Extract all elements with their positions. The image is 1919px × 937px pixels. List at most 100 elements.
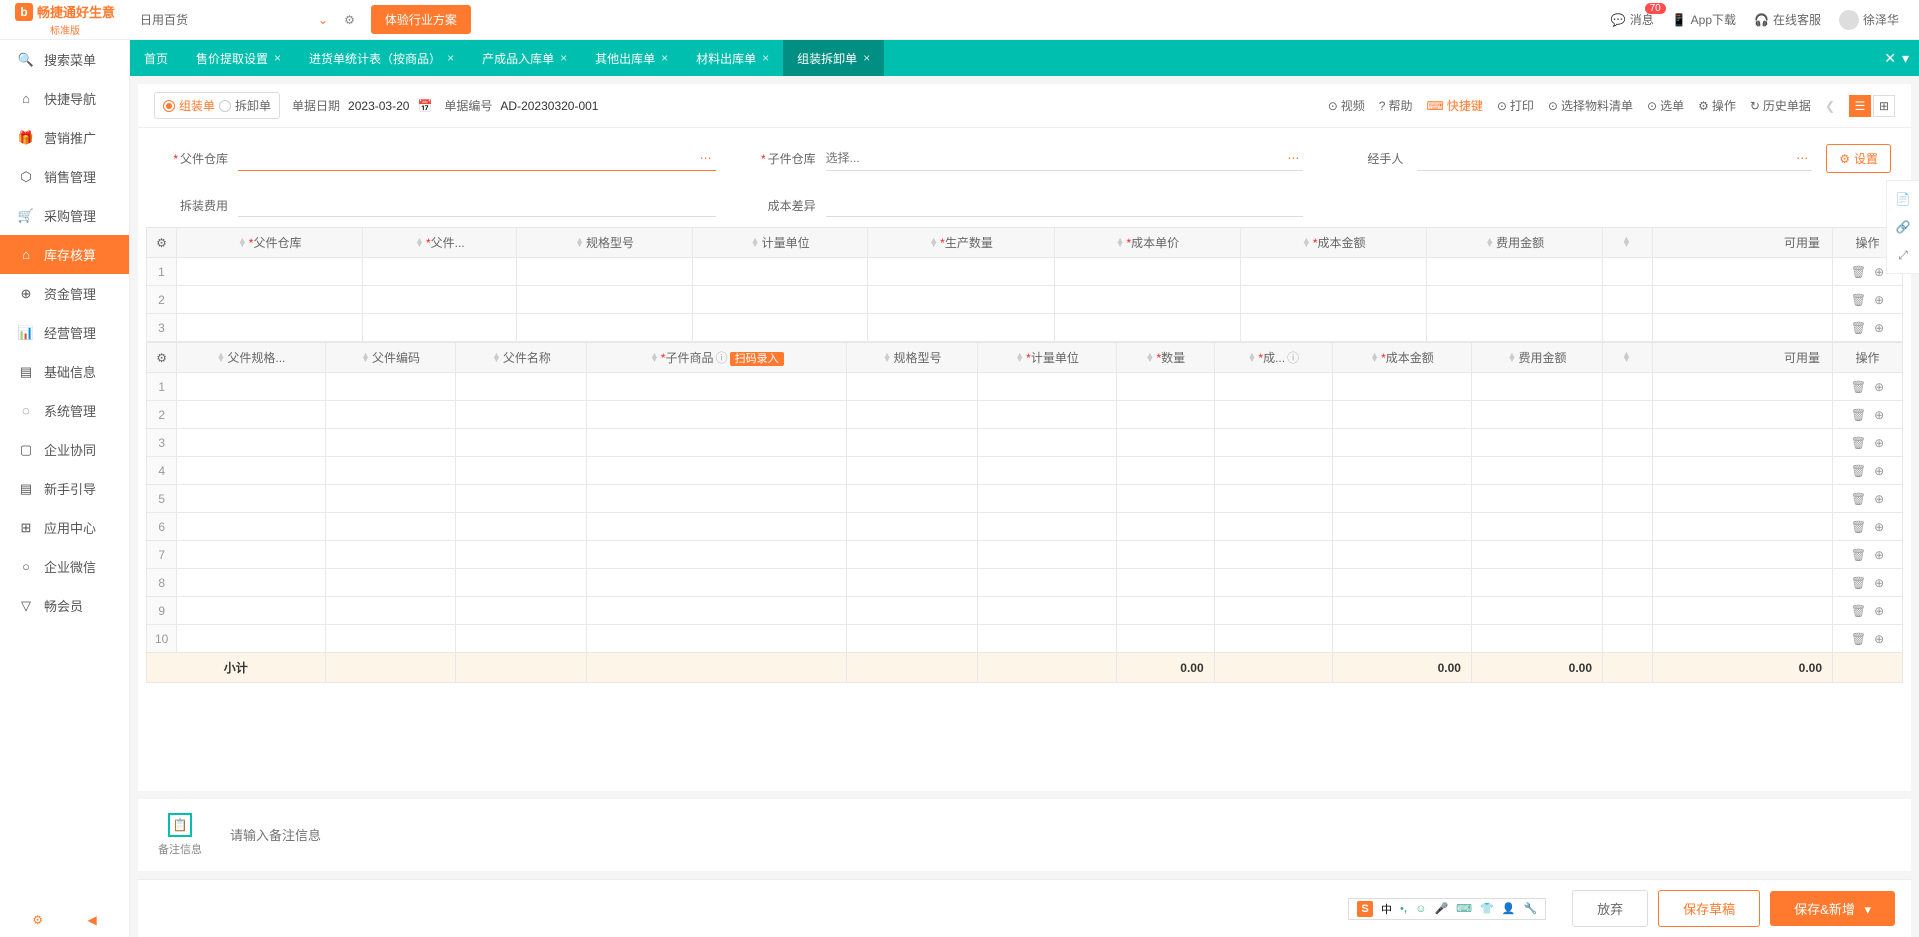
table-row[interactable]: 2🗑⊕ [147,401,1903,429]
rail-link-icon[interactable]: 🔗 [1893,217,1913,237]
col-amount[interactable]: ▲▼*成本金额 [1332,343,1471,373]
gear-icon[interactable]: ⚙ [344,13,355,27]
close-icon[interactable]: × [560,51,567,65]
col-qty[interactable]: ▲▼*生产数量 [868,228,1054,258]
col-child-product[interactable]: ▲▼*子件商品ⓘ扫码录入 [587,343,847,373]
table-row[interactable]: 10🗑⊕ [147,625,1903,653]
messages-button[interactable]: 💬 消息 70 [1611,11,1654,28]
table-gear-button[interactable]: ⚙ [147,343,177,373]
ime-icon[interactable]: 🎤 [1434,902,1448,915]
more-icon[interactable]: ⋯ [696,151,716,165]
date-value[interactable]: 2023-03-20 [348,99,409,113]
table-row[interactable]: 7🗑⊕ [147,541,1903,569]
tab-1[interactable]: 售价提取设置× [182,40,295,76]
copy-icon[interactable]: ⊕ [1874,380,1884,394]
sidebar-item-3[interactable]: ⬡销售管理 [0,157,129,196]
col-qty[interactable]: ▲▼*数量 [1117,343,1215,373]
delete-icon[interactable]: 🗑 [1851,632,1866,646]
delete-icon[interactable]: 🗑 [1851,492,1866,506]
tab-6[interactable]: 组装拆卸单× [783,40,884,76]
close-icon[interactable]: × [274,51,281,65]
print-button[interactable]: ⊙打印 [1497,97,1534,114]
calendar-icon[interactable]: 📅 [417,99,432,113]
sidebar-item-12[interactable]: ⊞应用中心 [0,508,129,547]
sidebar-item-14[interactable]: ▽畅会员 [0,586,129,625]
tab-5[interactable]: 材料出库单× [682,40,783,76]
tab-0[interactable]: 首页 [130,40,182,76]
col-expense[interactable]: ▲▼费用金额 [1427,228,1603,258]
cost-variance-input[interactable] [826,198,1304,212]
close-icon[interactable]: × [447,51,454,65]
close-icon[interactable]: × [762,51,769,65]
app-download-button[interactable]: 📱 App下载 [1672,11,1736,28]
col-parent-name[interactable]: ▲▼父件名称 [456,343,587,373]
settings-button[interactable]: ⚙ 设置 [1826,144,1891,173]
scan-button[interactable]: 扫码录入 [730,352,784,366]
sidebar-item-5[interactable]: ⌂库存核算 [0,235,129,274]
table-row[interactable]: 8🗑⊕ [147,569,1903,597]
copy-icon[interactable]: ⊕ [1874,408,1884,422]
delete-icon[interactable]: 🗑 [1851,604,1866,618]
table-row[interactable]: 9🗑⊕ [147,597,1903,625]
save-new-button[interactable]: 保存&新增 ▾ [1770,891,1895,926]
sidebar-item-6[interactable]: ⊕资金管理 [0,274,129,313]
parent-warehouse-input[interactable] [238,151,696,165]
copy-icon[interactable]: ⊕ [1874,321,1884,335]
col-available[interactable]: 可用量 [1653,343,1833,373]
sidebar-item-1[interactable]: ⌂快捷导航 [0,79,129,118]
help-button[interactable]: ?帮助 [1379,97,1413,114]
copy-icon[interactable]: ⊕ [1874,604,1884,618]
copy-icon[interactable]: ⊕ [1874,464,1884,478]
settings-gear-icon[interactable]: ⚙ [32,913,43,927]
tab-4[interactable]: 其他出库单× [581,40,682,76]
sidebar-item-9[interactable]: ◌系统管理 [0,391,129,430]
sidebar-item-2[interactable]: 🎁营销推广 [0,118,129,157]
col-parent-item[interactable]: ▲▼*父件... [363,228,517,258]
col-parent-spec[interactable]: ▲▼父件规格... [177,343,325,373]
ime-icon[interactable]: ☺ [1415,903,1426,915]
delete-icon[interactable]: 🗑 [1851,520,1866,534]
delete-icon[interactable]: 🗑 [1851,548,1866,562]
delete-icon[interactable]: 🗑 [1851,293,1866,307]
select-material-button[interactable]: ⊙选择物料清单 [1548,97,1633,114]
copy-icon[interactable]: ⊕ [1874,265,1884,279]
radio-disassemble[interactable]: 拆卸单 [219,97,271,114]
col-unit-price[interactable]: ▲▼*成本单价 [1054,228,1240,258]
tab-close-all-icon[interactable]: ✕ [1884,50,1896,67]
col-unit[interactable]: ▲▼计量单位 [692,228,868,258]
col-spec[interactable]: ▲▼规格型号 [517,228,693,258]
view-grid-toggle[interactable]: ⊞ [1873,95,1895,117]
copy-icon[interactable]: ⊕ [1874,576,1884,590]
disassembly-cost-input[interactable] [238,198,716,212]
tab-3[interactable]: 产成品入库单× [468,40,581,76]
table-gear-button[interactable]: ⚙ [147,228,177,258]
handler-input[interactable] [1417,151,1792,165]
delete-icon[interactable]: 🗑 [1851,436,1866,450]
arrow-icon[interactable]: ❮ [1825,99,1835,113]
col-available[interactable]: 可用量 [1653,228,1833,258]
video-button[interactable]: ⊙视频 [1328,97,1365,114]
delete-icon[interactable]: 🗑 [1851,464,1866,478]
more-icon[interactable]: ⋯ [1283,151,1303,165]
delete-icon[interactable]: 🗑 [1851,265,1866,279]
ime-icon[interactable]: •ꓹ [1400,902,1407,915]
trial-button[interactable]: 体验行业方案 [371,5,471,34]
rail-doc-icon[interactable]: 📄 [1893,189,1913,209]
ime-icon[interactable]: 👤 [1502,902,1516,915]
sidebar-item-7[interactable]: 📊经营管理 [0,313,129,352]
table-row[interactable]: 2🗑⊕ [147,286,1903,314]
ime-icon[interactable]: 👕 [1480,902,1494,915]
sidebar-item-10[interactable]: ▢企业协同 [0,430,129,469]
sidebar-item-0[interactable]: 🔍搜索菜单 [0,40,129,79]
rail-expand-icon[interactable]: ⤢ [1893,245,1913,265]
sidebar-item-11[interactable]: ▤新手引导 [0,469,129,508]
save-draft-button[interactable]: 保存草稿 [1658,890,1760,927]
delete-icon[interactable]: 🗑 [1851,321,1866,335]
user-button[interactable]: 徐泽华 [1839,10,1899,30]
tab-2[interactable]: 进货单统计表（按商品）× [295,40,468,76]
delete-icon[interactable]: 🗑 [1851,380,1866,394]
tab-menu-icon[interactable]: ▾ [1902,50,1909,67]
child-warehouse-input[interactable] [826,151,1284,165]
category-select[interactable]: 日用百货 ⌄ [140,11,328,28]
delete-icon[interactable]: 🗑 [1851,408,1866,422]
